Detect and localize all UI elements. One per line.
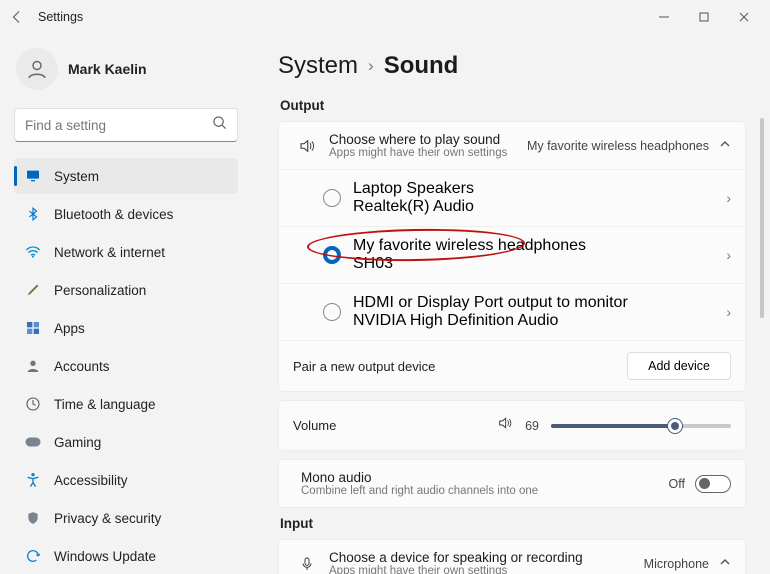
sidebar-item-label: Bluetooth & devices [54, 207, 173, 222]
main-content: System › Sound Output Choose where to pl… [278, 52, 768, 574]
clock-globe-icon [24, 395, 42, 413]
output-header-title: Choose where to play sound [329, 132, 527, 147]
device-name: HDMI or Display Port output to monitor [353, 294, 726, 312]
update-icon [24, 547, 42, 565]
chevron-right-icon: › [368, 56, 374, 76]
chevron-up-icon [719, 138, 731, 153]
output-current-device: My favorite wireless headphones [527, 139, 709, 153]
search-box[interactable] [14, 108, 238, 142]
mono-title: Mono audio [301, 470, 669, 485]
paintbrush-icon [24, 281, 42, 299]
avatar [16, 48, 58, 90]
page-title: Sound [384, 52, 459, 80]
volume-card: Volume 69 [278, 400, 746, 451]
device-name: Laptop Speakers [353, 180, 726, 198]
output-device-row[interactable]: My favorite wireless headphonesSH03› [279, 227, 745, 284]
input-current-device: Microphone [644, 557, 709, 571]
search-input[interactable] [25, 118, 212, 133]
input-header-sub: Apps might have their own settings [329, 565, 644, 574]
sidebar-item-personalization[interactable]: Personalization [14, 272, 238, 308]
device-sub: SH03 [353, 255, 726, 273]
chevron-right-icon: › [726, 190, 731, 206]
sidebar-item-network-internet[interactable]: Network & internet [14, 234, 238, 270]
section-output-title: Output [280, 98, 746, 113]
shield-icon [24, 509, 42, 527]
gamepad-icon [24, 433, 42, 451]
output-card: Choose where to play sound Apps might ha… [278, 121, 746, 392]
input-header-title: Choose a device for speaking or recordin… [329, 550, 644, 565]
volume-value: 69 [525, 419, 539, 433]
volume-slider[interactable] [551, 424, 731, 428]
sidebar-item-system[interactable]: System [14, 158, 238, 194]
sidebar-item-label: Accounts [54, 359, 110, 374]
close-button[interactable] [724, 3, 764, 31]
sidebar-item-label: System [54, 169, 99, 184]
speaker-icon [293, 137, 321, 155]
device-name: My favorite wireless headphones [353, 237, 726, 255]
sidebar-item-label: Privacy & security [54, 511, 161, 526]
search-icon [212, 115, 227, 135]
sidebar-item-label: Accessibility [54, 473, 128, 488]
output-header-sub: Apps might have their own settings [329, 147, 527, 159]
accessibility-icon [24, 471, 42, 489]
radio-button[interactable] [323, 189, 341, 207]
bluetooth-icon [24, 205, 42, 223]
mono-state: Off [669, 477, 685, 491]
radio-button[interactable] [323, 246, 341, 264]
mono-toggle[interactable] [695, 475, 731, 493]
breadcrumb-parent[interactable]: System [278, 52, 358, 80]
section-input-title: Input [280, 516, 746, 531]
back-button[interactable] [6, 6, 28, 28]
output-device-row[interactable]: HDMI or Display Port output to monitorNV… [279, 284, 745, 341]
apps-icon [24, 319, 42, 337]
sidebar-item-label: Time & language [54, 397, 156, 412]
sidebar-item-label: Personalization [54, 283, 146, 298]
sidebar-item-apps[interactable]: Apps [14, 310, 238, 346]
sidebar-item-windows-update[interactable]: Windows Update [14, 538, 238, 574]
sidebar: Mark Kaelin System Bluetooth & devices Net… [0, 34, 248, 574]
pair-label: Pair a new output device [293, 359, 627, 374]
chevron-right-icon: › [726, 247, 731, 263]
sidebar-item-accounts[interactable]: Accounts [14, 348, 238, 384]
wifi-icon [24, 243, 42, 261]
user-profile[interactable]: Mark Kaelin [14, 42, 238, 104]
input-card: Choose a device for speaking or recordin… [278, 539, 746, 574]
mono-sub: Combine left and right audio channels in… [301, 485, 669, 497]
sidebar-item-gaming[interactable]: Gaming [14, 424, 238, 460]
chevron-right-icon: › [726, 304, 731, 320]
volume-label: Volume [293, 418, 485, 433]
minimize-button[interactable] [644, 3, 684, 31]
sidebar-item-label: Apps [54, 321, 85, 336]
mono-row[interactable]: Mono audio Combine left and right audio … [279, 460, 745, 507]
device-sub: Realtek(R) Audio [353, 198, 726, 216]
sidebar-item-bluetooth-devices[interactable]: Bluetooth & devices [14, 196, 238, 232]
sidebar-item-label: Network & internet [54, 245, 165, 260]
maximize-button[interactable] [684, 3, 724, 31]
display-icon [24, 167, 42, 185]
output-header-row[interactable]: Choose where to play sound Apps might ha… [279, 122, 745, 170]
user-name: Mark Kaelin [68, 61, 147, 77]
sidebar-item-label: Gaming [54, 435, 101, 450]
microphone-icon [293, 556, 321, 572]
add-device-button[interactable]: Add device [627, 352, 731, 380]
sidebar-item-privacy-security[interactable]: Privacy & security [14, 500, 238, 536]
input-header-row[interactable]: Choose a device for speaking or recordin… [279, 540, 745, 574]
volume-row: Volume 69 [279, 401, 745, 450]
scrollbar[interactable] [760, 118, 764, 318]
volume-speaker-icon[interactable] [497, 415, 513, 436]
mono-card: Mono audio Combine left and right audio … [278, 459, 746, 508]
chevron-up-icon [719, 556, 731, 571]
person-icon [24, 357, 42, 375]
breadcrumb: System › Sound [278, 52, 746, 80]
sidebar-item-accessibility[interactable]: Accessibility [14, 462, 238, 498]
nav-list: System Bluetooth & devices Network & inter… [14, 158, 238, 574]
sidebar-item-time-language[interactable]: Time & language [14, 386, 238, 422]
output-device-row[interactable]: Laptop SpeakersRealtek(R) Audio› [279, 170, 745, 227]
sidebar-item-label: Windows Update [54, 549, 156, 564]
titlebar: Settings [0, 0, 770, 34]
pair-row: Pair a new output device Add device [279, 341, 745, 391]
radio-button[interactable] [323, 303, 341, 321]
device-sub: NVIDIA High Definition Audio [353, 312, 726, 330]
app-title: Settings [38, 10, 83, 24]
